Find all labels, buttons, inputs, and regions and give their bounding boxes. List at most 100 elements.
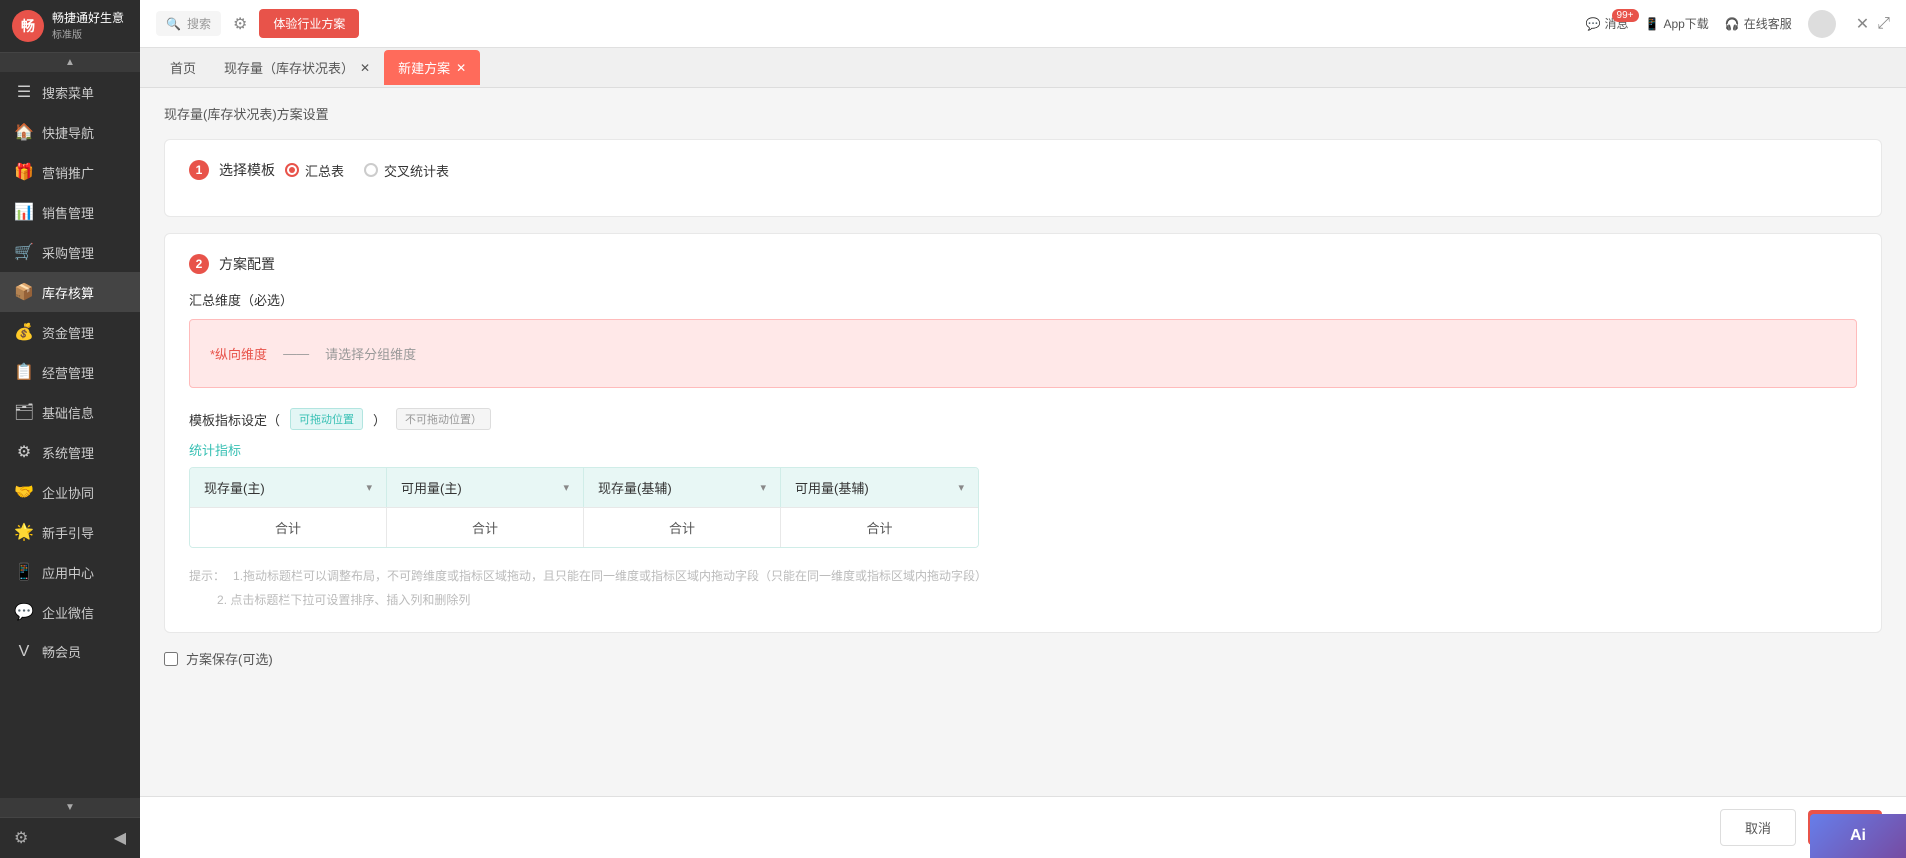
message-badge: 99+ [1612, 9, 1639, 22]
col-header-1[interactable]: 可用量(主) ▾ [387, 468, 584, 507]
sidebar-item-app-center[interactable]: 📱 应用中心 [0, 552, 140, 592]
sidebar-item-label: 营销推广 [42, 163, 94, 182]
metrics-label: 模板指标设定（ 可拖动位置 ） 不可拖动位置） [189, 408, 1857, 430]
metrics-table: 现存量(主) ▾ 可用量(主) ▾ 现存量(基辅) ▾ 可用量(基辅) [189, 467, 979, 548]
cancel-button[interactable]: 取消 [1720, 809, 1796, 846]
sidebar-item-purchase[interactable]: 🛒 采购管理 [0, 232, 140, 272]
template-radio-group: 汇总表 交叉统计表 [285, 161, 449, 180]
sidebar-item-label: 企业协同 [42, 483, 94, 502]
tag-draggable: 可拖动位置 [290, 408, 363, 430]
sidebar-item-label: 快捷导航 [42, 123, 94, 142]
tips-title: 提示： [189, 564, 225, 588]
cell-0: 合计 [190, 507, 387, 547]
search-icon: 🔍 [166, 17, 181, 31]
section-1-card: 1 选择模板 汇总表 交叉统计表 [164, 139, 1882, 217]
expand-window-icon[interactable]: ⤢ [1877, 15, 1890, 33]
section-2-title: 方案配置 [219, 254, 275, 274]
dim-required-text: *纵向维度 [210, 344, 267, 363]
tab-new-plan-label: 新建方案 [398, 58, 450, 77]
sidebar-item-label: 畅会员 [42, 642, 81, 661]
sidebar-item-members[interactable]: V 畅会员 [0, 632, 140, 671]
metrics-sep: ） [373, 410, 386, 429]
chevron-1: ▾ [563, 481, 569, 494]
sidebar-item-label: 库存核算 [42, 283, 94, 302]
sidebar-item-marketing[interactable]: 🎁 营销推广 [0, 152, 140, 192]
tip-2-indent [189, 588, 209, 612]
user-avatar[interactable] [1808, 10, 1836, 38]
chevron-0: ▾ [366, 481, 372, 494]
home-icon: 🏠 [14, 122, 34, 142]
phone-icon: 📱 [1645, 17, 1660, 31]
sidebar-item-system[interactable]: ⚙ 系统管理 [0, 432, 140, 472]
sidebar-item-label: 新手引导 [42, 523, 94, 542]
close-window-icon[interactable]: ✕ [1856, 14, 1869, 34]
col-label-0: 现存量(主) [204, 478, 265, 497]
sidebar-item-label: 资金管理 [42, 323, 94, 342]
stats-title: 统计指标 [189, 440, 1857, 459]
tab-new-plan-close[interactable]: ✕ [456, 61, 466, 75]
sidebar-item-label: 经营管理 [42, 363, 94, 382]
chevron-2: ▾ [760, 481, 766, 494]
sidebar-item-operations[interactable]: 📋 经营管理 [0, 352, 140, 392]
tip-1-text: 1.拖动标题栏可以调整布局，不可跨维度或指标区域拖动，且只能在同一维度或指标区域… [233, 564, 987, 588]
settings-footer-icon[interactable]: ⚙ [14, 828, 28, 848]
sidebar: 畅 畅捷通好生意 标准版 ▲ ☰ 搜索菜单 🏠 快捷导航 🎁 营销推广 📊 销售… [0, 0, 140, 858]
save-checkbox[interactable] [164, 652, 178, 666]
chart-icon: 📊 [14, 202, 34, 222]
settings-icon[interactable]: ⚙ [233, 14, 247, 34]
message-item[interactable]: 💬 消息 99+ [1586, 15, 1629, 32]
radio-summary[interactable]: 汇总表 [285, 161, 344, 180]
cell-3: 合计 [781, 507, 978, 547]
col-header-3[interactable]: 可用量(基辅) ▾ [781, 468, 978, 507]
page-title: 现存量(库存状况表)方案设置 [164, 104, 1882, 123]
col-label-1: 可用量(主) [401, 478, 462, 497]
sidebar-scroll-down[interactable]: ▼ [0, 798, 140, 817]
tab-inventory-close[interactable]: ✕ [360, 61, 370, 75]
metrics-table-row: 合计 合计 合计 合计 [190, 507, 978, 547]
cart-icon: 🛒 [14, 242, 34, 262]
section-2-header: 2 方案配置 [189, 254, 1857, 274]
radio-cross-circle [364, 163, 378, 177]
col-header-0[interactable]: 现存量(主) ▾ [190, 468, 387, 507]
cell-1: 合计 [387, 507, 584, 547]
search-input[interactable]: 🔍 搜索 [156, 11, 221, 36]
logo-sub: 标准版 [52, 26, 124, 41]
collapse-icon[interactable]: ◀ [114, 828, 126, 848]
sidebar-footer: ⚙ ◀ [0, 817, 140, 858]
tip-2: 2. 点击标题栏下拉可设置排序、插入列和删除列 [189, 588, 1857, 612]
metrics-config: 模板指标设定（ 可拖动位置 ） 不可拖动位置） 统计指标 现存量(主) ▾ 可用… [189, 408, 1857, 548]
section-1-title: 选择模板 [219, 160, 275, 180]
sidebar-logo: 畅 畅捷通好生意 标准版 [0, 0, 140, 53]
online-service-item[interactable]: 🎧 在线客服 [1725, 15, 1792, 32]
tabs-bar: 首页 现存量（库存状况表） ✕ 新建方案 ✕ [140, 48, 1906, 88]
col-header-2[interactable]: 现存量(基辅) ▾ [584, 468, 781, 507]
col-label-3: 可用量(基辅) [795, 478, 869, 497]
app-download-label: App下载 [1663, 15, 1708, 32]
industry-btn[interactable]: 体验行业方案 [259, 9, 359, 38]
sidebar-item-label: 销售管理 [42, 203, 94, 222]
online-service-label: 在线客服 [1744, 15, 1792, 32]
tab-inventory-label: 现存量（库存状况表） [224, 58, 354, 77]
sidebar-item-inventory[interactable]: 📦 库存核算 [0, 272, 140, 312]
col-label-2: 现存量(基辅) [598, 478, 672, 497]
dimension-area[interactable]: *纵向维度 —— 请选择分组维度 [189, 319, 1857, 388]
tab-new-plan[interactable]: 新建方案 ✕ [384, 50, 480, 85]
ai-button[interactable]: Ai [1810, 814, 1906, 858]
sidebar-item-sales[interactable]: 📊 销售管理 [0, 192, 140, 232]
dim-label: 汇总维度（必选） [189, 290, 1857, 309]
tab-inventory[interactable]: 现存量（库存状况表） ✕ [210, 50, 384, 85]
sidebar-scroll-up[interactable]: ▲ [0, 53, 140, 72]
sidebar-item-basics[interactable]: 🗂 基础信息 [0, 392, 140, 432]
sidebar-item-search-menu[interactable]: ☰ 搜索菜单 [0, 72, 140, 112]
radio-cross[interactable]: 交叉统计表 [364, 161, 449, 180]
sidebar-item-finance[interactable]: 💰 资金管理 [0, 312, 140, 352]
sidebar-item-cooperation[interactable]: 🤝 企业协同 [0, 472, 140, 512]
handshake-icon: 🤝 [14, 482, 34, 502]
topbar: 🔍 搜索 ⚙ 体验行业方案 💬 消息 99+ 📱 App下载 🎧 在线客服 ✕ … [140, 0, 1906, 48]
sidebar-item-quick-nav[interactable]: 🏠 快捷导航 [0, 112, 140, 152]
app-download-item[interactable]: 📱 App下载 [1645, 15, 1709, 32]
tab-home[interactable]: 首页 [156, 50, 210, 85]
sidebar-item-wechat[interactable]: 💬 企业微信 [0, 592, 140, 632]
sidebar-item-guide[interactable]: 🌟 新手引导 [0, 512, 140, 552]
section-2-card: 2 方案配置 汇总维度（必选） *纵向维度 —— 请选择分组维度 模板指标设定（… [164, 233, 1882, 633]
